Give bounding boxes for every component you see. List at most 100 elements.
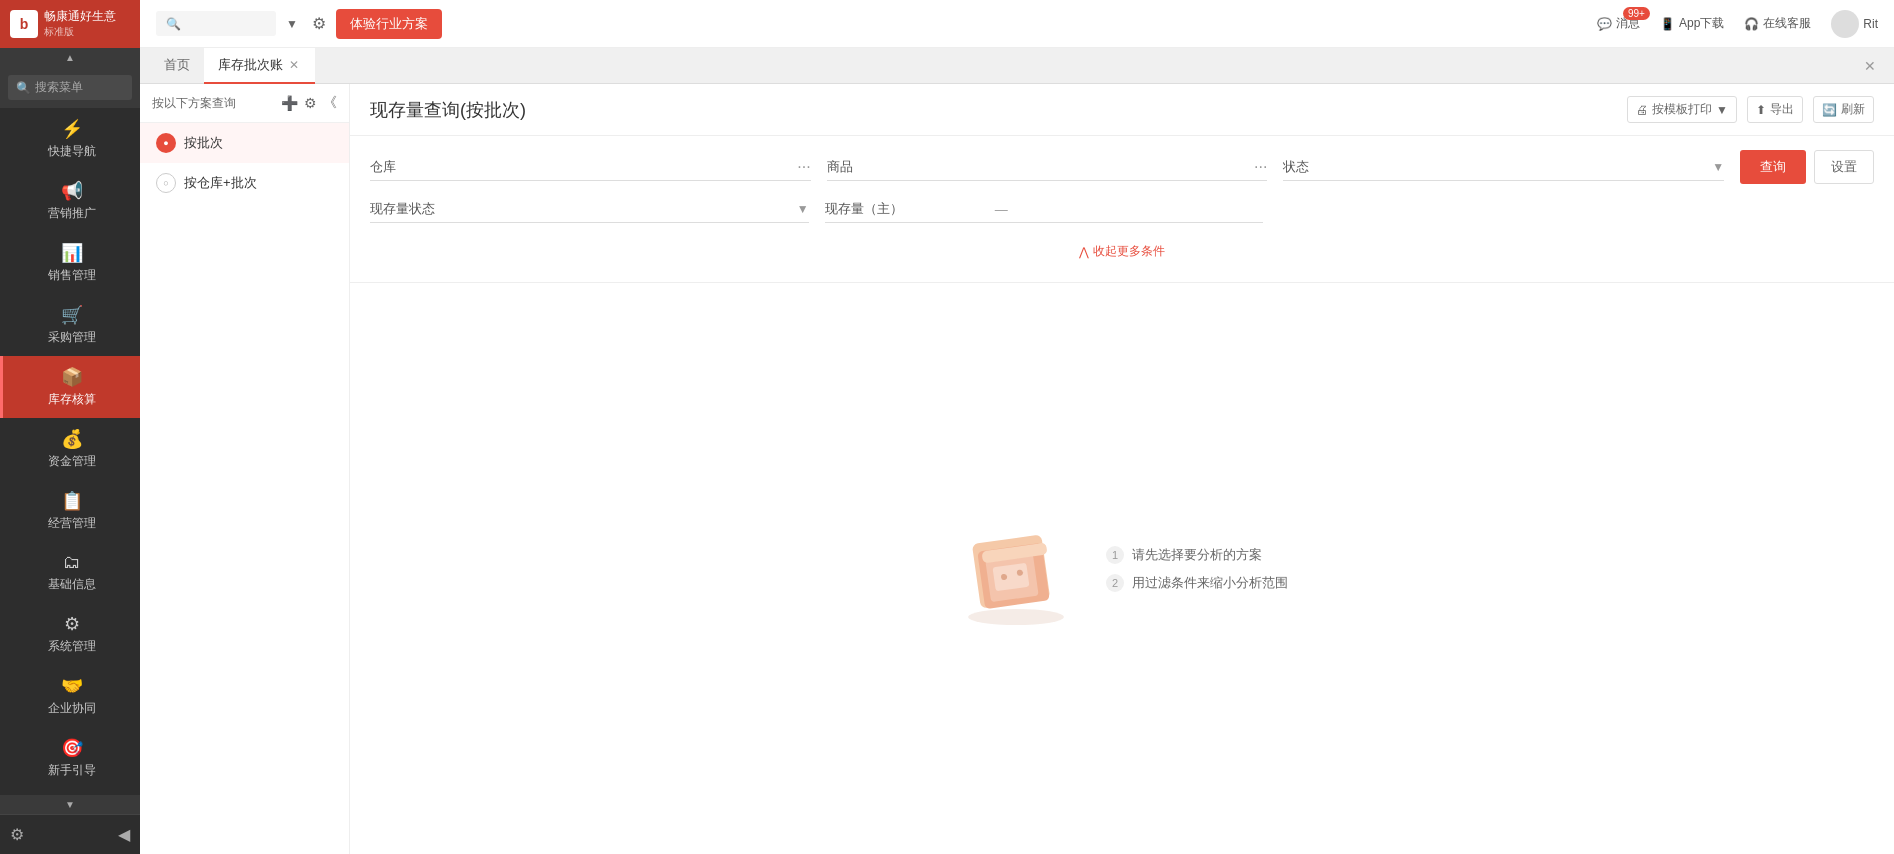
chevron-up-icon: ⋀ bbox=[1079, 245, 1089, 259]
user-name: Rit bbox=[1863, 17, 1878, 31]
filter-row-2: 现存量状态 ▼ 现存量（主） — bbox=[370, 196, 1874, 223]
warehouse-more-icon[interactable]: ··· bbox=[797, 158, 810, 176]
online-service-label: 在线客服 bbox=[1763, 15, 1811, 32]
inventory-qty-max-input[interactable] bbox=[1014, 202, 1094, 217]
app-logo: b bbox=[10, 10, 38, 38]
sidebar-item-purchase[interactable]: 🛒 采购管理 bbox=[0, 294, 140, 356]
sidebar-item-enterprise[interactable]: 🤝 企业协同 bbox=[0, 665, 140, 727]
topbar-dropdown-icon[interactable]: ▼ bbox=[286, 17, 298, 31]
sidebar-item-inventory[interactable]: 📦 库存核算 bbox=[0, 356, 140, 418]
qty-range-dash: — bbox=[995, 202, 1008, 217]
inventory-icon: 📦 bbox=[61, 366, 83, 388]
empty-svg-illustration bbox=[956, 509, 1076, 629]
inventory-qty-label: 现存量（主） bbox=[825, 200, 903, 218]
left-panel-actions: ➕ ⚙ 《 bbox=[281, 94, 337, 112]
warehouse-input[interactable] bbox=[440, 159, 797, 174]
sidebar-search-area[interactable]: 🔍 搜索菜单 bbox=[0, 67, 140, 108]
app-download-button[interactable]: 📱 App下载 bbox=[1660, 15, 1724, 32]
sidebar-item-label: 资金管理 bbox=[48, 453, 96, 470]
topbar-search-label bbox=[185, 15, 233, 32]
sidebar-item-sales[interactable]: 📊 销售管理 bbox=[0, 232, 140, 294]
topbar-search-icon: 🔍 bbox=[166, 17, 181, 31]
sidebar-item-label: 采购管理 bbox=[48, 329, 96, 346]
title-actions: 🖨 按模板打印 ▼ ⬆ 导出 🔄 刷新 bbox=[1627, 96, 1874, 123]
tab-batch-account[interactable]: 库存批次账 ✕ bbox=[204, 48, 315, 84]
sidebar-item-operation[interactable]: 📋 经营管理 bbox=[0, 480, 140, 542]
print-icon: 🖨 bbox=[1636, 103, 1648, 117]
add-plan-button[interactable]: ➕ bbox=[281, 95, 298, 111]
inventory-qty-min-input[interactable] bbox=[909, 202, 989, 217]
sidebar-item-system[interactable]: ⚙ 系统管理 bbox=[0, 603, 140, 665]
scroll-down-arrow[interactable]: ▼ bbox=[0, 795, 140, 814]
tab-close-button[interactable]: ✕ bbox=[1856, 54, 1884, 78]
collapse-panel-button[interactable]: 《 bbox=[323, 94, 337, 112]
message-badge: 99+ bbox=[1623, 7, 1650, 20]
filter-row-1: 仓库 ··· 商品 ··· 状态 bbox=[370, 150, 1874, 184]
settings-button[interactable]: 设置 bbox=[1814, 150, 1874, 184]
sidebar-settings-button[interactable]: ⚙ bbox=[10, 825, 24, 844]
plan-active-icon: ● bbox=[156, 133, 176, 153]
app-download-label: App下载 bbox=[1679, 15, 1724, 32]
topbar: 🔍 ▼ ⚙ 体验行业方案 💬 消息 99+ 📱 App下载 🎧 在线客服 Rit bbox=[140, 0, 1894, 48]
left-panel: 按以下方案查询 ➕ ⚙ 《 ● 按批次 ○ 按仓库+批次 bbox=[140, 84, 350, 854]
online-service-button[interactable]: 🎧 在线客服 bbox=[1744, 15, 1811, 32]
plan-item-by-batch[interactable]: ● 按批次 bbox=[140, 123, 349, 163]
product-input-wrap[interactable]: 商品 ··· bbox=[827, 154, 1268, 181]
refresh-button[interactable]: 🔄 刷新 bbox=[1813, 96, 1874, 123]
collapse-label: 收起更多条件 bbox=[1093, 243, 1165, 260]
tab-close-icon[interactable]: ✕ bbox=[287, 58, 301, 72]
filter-inventory-qty: 现存量（主） — bbox=[825, 196, 1264, 223]
quick-nav-icon: ⚡ bbox=[61, 118, 83, 140]
sidebar-item-finance[interactable]: 💰 资金管理 bbox=[0, 418, 140, 480]
basic-icon: 🗂 bbox=[63, 552, 81, 573]
step-1-label: 请先选择要分析的方案 bbox=[1132, 546, 1262, 564]
finance-icon: 💰 bbox=[61, 428, 83, 450]
sidebar-item-marketing[interactable]: 📢 营销推广 bbox=[0, 170, 140, 232]
search-menu-button[interactable]: 🔍 搜索菜单 bbox=[8, 75, 132, 100]
sidebar-item-label: 基础信息 bbox=[48, 576, 96, 593]
sidebar-item-newguide[interactable]: 🎯 新手引导 bbox=[0, 727, 140, 789]
sidebar-collapse-button[interactable]: ◀ bbox=[118, 825, 130, 844]
topbar-search-box[interactable]: 🔍 bbox=[156, 11, 276, 36]
empty-step-1: 1 请先选择要分析的方案 bbox=[1106, 546, 1288, 564]
filter-warehouse: 仓库 ··· bbox=[370, 154, 811, 181]
page-content: 按以下方案查询 ➕ ⚙ 《 ● 按批次 ○ 按仓库+批次 bbox=[140, 84, 1894, 854]
tab-batch-account-label: 库存批次账 bbox=[218, 56, 283, 74]
query-button[interactable]: 查询 bbox=[1740, 150, 1806, 184]
right-content: 现存量查询(按批次) 🖨 按模板打印 ▼ ⬆ 导出 🔄 刷新 bbox=[350, 84, 1894, 854]
settings-plan-button[interactable]: ⚙ bbox=[304, 95, 317, 111]
sidebar-item-label: 库存核算 bbox=[48, 391, 96, 408]
page-title-bar: 现存量查询(按批次) 🖨 按模板打印 ▼ ⬆ 导出 🔄 刷新 bbox=[350, 84, 1894, 136]
sidebar-item-label: 系统管理 bbox=[48, 638, 96, 655]
page-title: 现存量查询(按批次) bbox=[370, 98, 526, 122]
sidebar-item-label: 营销推广 bbox=[48, 205, 96, 222]
tab-home[interactable]: 首页 bbox=[150, 48, 204, 84]
filter-product: 商品 ··· bbox=[827, 154, 1268, 181]
filter-inventory-status: 现存量状态 ▼ bbox=[370, 196, 809, 223]
sidebar-item-basic[interactable]: 🗂 基础信息 bbox=[0, 542, 140, 603]
inventory-status-select[interactable]: 现存量状态 ▼ bbox=[370, 196, 809, 223]
sidebar-item-label: 快捷导航 bbox=[48, 143, 96, 160]
status-select[interactable]: 状态 ▼ bbox=[1283, 154, 1724, 181]
product-input[interactable] bbox=[897, 159, 1254, 174]
export-button[interactable]: ⬆ 导出 bbox=[1747, 96, 1803, 123]
message-button[interactable]: 💬 消息 99+ bbox=[1597, 15, 1640, 32]
print-button[interactable]: 🖨 按模板打印 ▼ bbox=[1627, 96, 1737, 123]
collapse-filters-button[interactable]: ⋀ 收起更多条件 bbox=[370, 235, 1874, 268]
marketing-icon: 📢 bbox=[61, 180, 83, 202]
refresh-icon: 🔄 bbox=[1822, 103, 1837, 117]
inventory-status-arrow-icon: ▼ bbox=[797, 202, 809, 216]
avatar bbox=[1831, 10, 1859, 38]
plan-item-by-warehouse-batch[interactable]: ○ 按仓库+批次 bbox=[140, 163, 349, 203]
user-profile-button[interactable]: Rit bbox=[1831, 10, 1878, 38]
topbar-settings-icon[interactable]: ⚙ bbox=[312, 14, 326, 33]
trial-button[interactable]: 体验行业方案 bbox=[336, 9, 442, 39]
step-2-label: 用过滤条件来缩小分析范围 bbox=[1132, 574, 1288, 592]
product-more-icon[interactable]: ··· bbox=[1254, 158, 1267, 176]
scroll-up-arrow[interactable]: ▲ bbox=[0, 48, 140, 67]
left-panel-header: 按以下方案查询 ➕ ⚙ 《 bbox=[140, 84, 349, 123]
warehouse-input-wrap[interactable]: 仓库 ··· bbox=[370, 154, 811, 181]
step-num-2: 2 bbox=[1106, 574, 1124, 592]
app-download-icon: 📱 bbox=[1660, 17, 1675, 31]
sidebar-item-quick-nav[interactable]: ⚡ 快捷导航 bbox=[0, 108, 140, 170]
